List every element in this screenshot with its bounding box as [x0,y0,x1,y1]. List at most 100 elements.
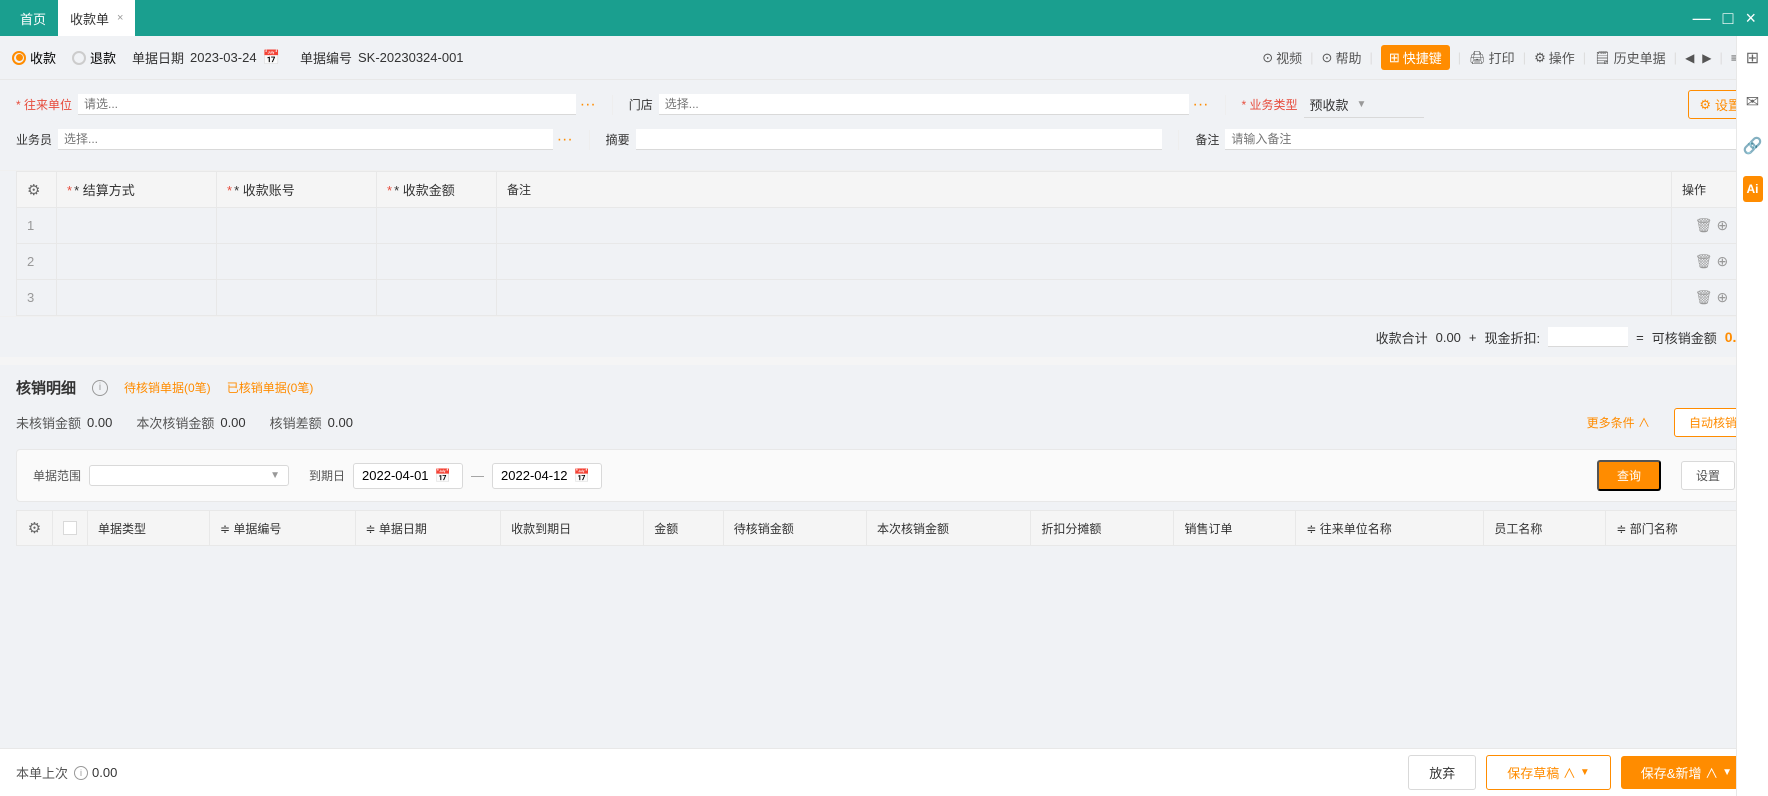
business-type-select[interactable]: 预收款 ▼ [1304,92,1424,118]
row-2-delete-icon[interactable]: 🗑 [1695,253,1713,270]
row-1-delete-icon[interactable]: 🗑 [1695,217,1713,234]
video-button[interactable]: ⊙ 视频 [1262,48,1302,67]
range-chevron-icon: ▼ [270,470,280,481]
sidebar-ai-icon[interactable]: Ai [1743,176,1763,202]
store-input[interactable] [659,94,1189,115]
nav-prev-button[interactable]: ◀ [1685,51,1694,65]
nav-tab-active[interactable]: 收款单 × [58,0,135,36]
maximize-button[interactable]: □ [1719,8,1738,29]
row-3-num: 3 [17,280,57,316]
bottom-th-checkbox[interactable] [53,511,88,546]
account-header: ** 收款账号 [217,172,377,208]
save-new-label: 保存&新增 ∧ [1641,763,1718,782]
select-all-checkbox[interactable] [63,521,77,535]
radio-payment-circle [12,51,26,65]
close-tab-icon[interactable]: × [117,12,123,24]
gear-icon: ⚙ [1699,97,1711,113]
filter-settings-button[interactable]: 设置 [1681,461,1735,490]
row-2-copy-icon[interactable]: ⊕ [1717,253,1729,270]
due-date-label: 到期日 [309,467,345,484]
help-button[interactable]: ⊙ 帮助 [1322,48,1362,67]
row-1-remark[interactable] [497,208,1672,244]
save-new-button[interactable]: 保存&新增 ∧ ▼ [1621,756,1752,789]
discount-label: 现金折扣: [1485,328,1541,347]
history-button[interactable]: 🗒 历史单据 [1594,48,1666,67]
shortcut-button[interactable]: ⊞ 快捷键 [1381,45,1450,70]
row-1-num: 1 [17,208,57,244]
row-3-account[interactable] [217,280,377,316]
operations-label: 操作 [1549,48,1575,67]
minimize-button[interactable]: — [1689,8,1715,29]
table-settings-header[interactable]: ⚙ [17,172,57,208]
verifiable-label: 可核销金额 [1652,328,1717,347]
row-1-amount[interactable] [377,208,497,244]
store-more-button[interactable]: ··· [1193,96,1209,114]
row-3-settle[interactable] [57,280,217,316]
staff-more-button[interactable]: ··· [557,131,573,149]
due-date-to-picker[interactable]: 2022-04-12 📅 [492,463,602,489]
row-3-delete-icon[interactable]: 🗑 [1695,289,1713,306]
radio-payment[interactable]: 收款 [12,48,56,67]
verify-info-icon[interactable]: i [92,380,108,396]
remark-input[interactable] [1225,129,1752,150]
bottom-th-pending: 待核销金额 [723,511,866,546]
sidebar-table-icon[interactable]: ⊞ [1742,44,1763,72]
print-button[interactable]: 🖨 打印 [1469,48,1515,67]
pending-tab[interactable]: 待核销单据(0笔) [124,379,211,396]
date-label: 单据日期 [132,48,184,67]
due-date-from-picker[interactable]: 2022-04-01 📅 [353,463,463,489]
store-label: 门店 [629,96,653,113]
table-row: 2 🗑 ⊕ [17,244,1752,280]
row-1-settle[interactable] [57,208,217,244]
plus-label: + [1469,330,1477,345]
section-divider [0,357,1768,365]
row-2-amount[interactable] [377,244,497,280]
staff-input[interactable] [58,129,553,150]
save-draft-label: 保存草稿 ∧ [1507,763,1576,782]
save-draft-button[interactable]: 保存草稿 ∧ ▼ [1486,755,1611,790]
done-tab[interactable]: 已核销单据(0笔) [227,379,314,396]
row-3-amount[interactable] [377,280,497,316]
bottom-th-amount: 金额 [644,511,724,546]
business-type-label: * 业务类型 [1242,96,1298,113]
radio-refund[interactable]: 退款 [72,48,116,67]
nav-home[interactable]: 首页 [8,0,58,36]
row-2-account[interactable] [217,244,377,280]
row-1-account[interactable] [217,208,377,244]
close-window-button[interactable]: × [1741,8,1760,29]
discount-input[interactable] [1548,327,1628,347]
row-1-copy-icon[interactable]: ⊕ [1717,217,1729,234]
row-3-copy-icon[interactable]: ⊕ [1717,289,1729,306]
date-calendar-icon[interactable]: 📅 [263,49,280,66]
row-3-remark[interactable] [497,280,1672,316]
chevron-down-icon: ▼ [1357,99,1367,110]
counterparty-more-button[interactable]: ··· [580,96,596,114]
total-value: 0.00 [1436,330,1461,345]
current-verify-value: 0.00 [220,415,245,430]
row-2-settle[interactable] [57,244,217,280]
video-icon: ⊙ [1262,50,1273,66]
counterparty-input[interactable] [78,94,576,115]
footer-info-icon[interactable]: i [74,766,88,780]
bottom-th-gear[interactable]: ⚙ [17,511,53,546]
date-field: 单据日期 2023-03-24 📅 [132,48,280,67]
range-filter-select[interactable]: ▼ [89,465,289,486]
verification-table: ⚙ 单据类型 ≑ 单据编号 ≑ 单据日期 收款到期日 金额 待核销金额 本次核销… [16,510,1752,546]
radio-refund-circle [72,51,86,65]
summary-input[interactable] [636,129,1163,150]
more-conditions-button[interactable]: 更多条件 ∧ [1587,414,1650,431]
radio-payment-label: 收款 [30,48,56,67]
query-button[interactable]: 查询 [1597,460,1661,491]
shortcut-icon: ⊞ [1389,50,1400,66]
abandon-button[interactable]: 放弃 [1408,755,1476,790]
top-nav: 首页 收款单 × — □ × [0,0,1768,36]
verify-stats: 未核销金额 0.00 本次核销金额 0.00 核销差额 0.00 更多条件 ∧ … [16,408,1752,437]
operations-button[interactable]: ⚙ 操作 [1534,48,1575,67]
nav-next-button[interactable]: ▶ [1702,51,1711,65]
sidebar-link-icon[interactable]: 🔗 [1739,132,1767,160]
current-verify-label: 本次核销金额 [136,413,214,432]
row-2-num: 2 [17,244,57,280]
remark-header: 备注 [497,172,1672,208]
row-2-remark[interactable] [497,244,1672,280]
sidebar-mail-icon[interactable]: ✉ [1742,88,1763,116]
